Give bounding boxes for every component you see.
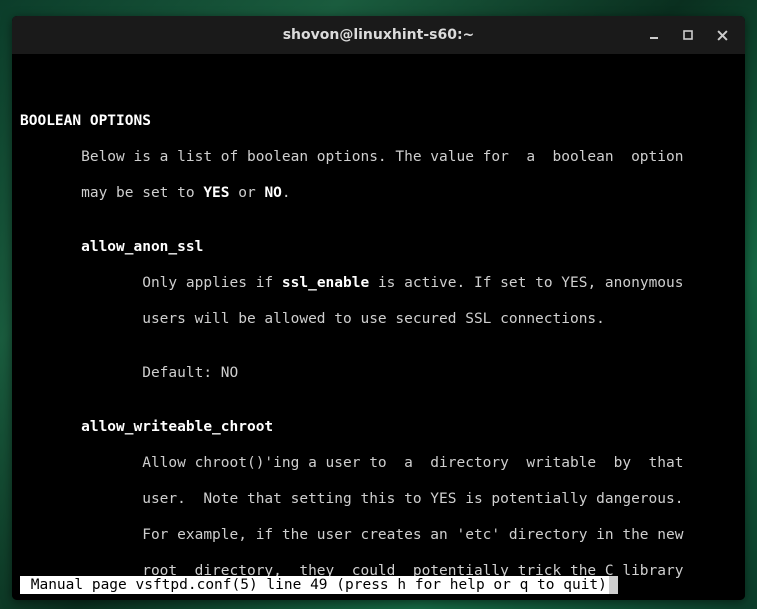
man-line: Only applies if ssl_enable is active. If…: [20, 274, 737, 292]
man-line: into loading a user-created configuratio…: [20, 598, 737, 600]
minimize-icon: [649, 30, 659, 40]
terminal-window: shovon@linuxhint-s60:~ BOOLEAN OPTIONS B…: [12, 16, 745, 600]
man-line: Default: NO: [20, 364, 737, 382]
man-line: users will be allowed to use secured SSL…: [20, 310, 737, 328]
man-line: For example, if the user creates an 'etc…: [20, 526, 737, 544]
terminal-cursor: [609, 576, 618, 594]
section-header: BOOLEAN OPTIONS: [20, 112, 737, 130]
man-line: Below is a list of boolean options. The …: [20, 148, 737, 166]
titlebar[interactable]: shovon@linuxhint-s60:~: [12, 16, 745, 54]
pager-status-line: Manual page vsftpd.conf(5) line 49 (pres…: [20, 576, 609, 594]
maximize-icon: [683, 30, 693, 40]
close-button[interactable]: [705, 18, 739, 52]
close-icon: [717, 30, 728, 41]
man-line: Allow chroot()'ing a user to a directory…: [20, 454, 737, 472]
man-line: user. Note that setting this to YES is p…: [20, 490, 737, 508]
man-line: may be set to YES or NO.: [20, 184, 737, 202]
minimize-button[interactable]: [637, 18, 671, 52]
window-controls: [637, 16, 739, 54]
terminal-content[interactable]: BOOLEAN OPTIONS Below is a list of boole…: [12, 54, 745, 600]
window-title: shovon@linuxhint-s60:~: [283, 27, 475, 43]
option-name: allow_anon_ssl: [20, 238, 737, 256]
maximize-button[interactable]: [671, 18, 705, 52]
option-name: allow_writeable_chroot: [20, 418, 737, 436]
